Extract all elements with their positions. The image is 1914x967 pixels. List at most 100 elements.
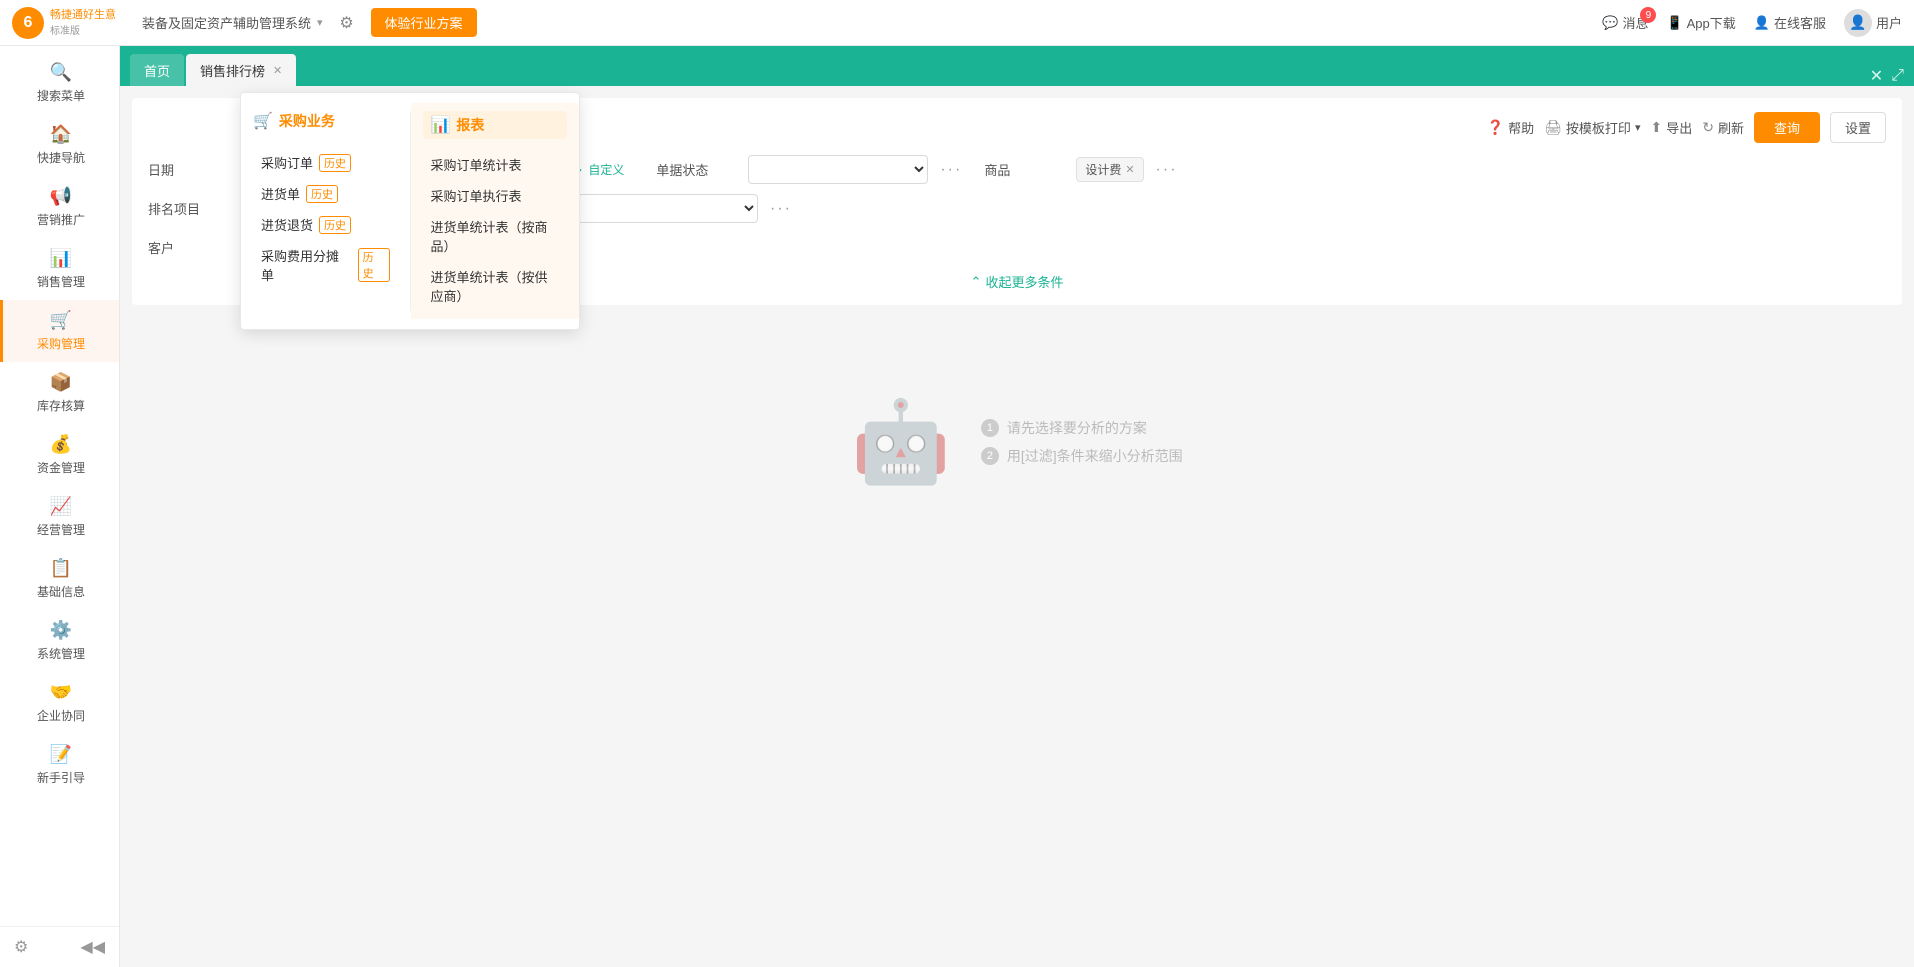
- query-button[interactable]: 查询: [1754, 112, 1820, 143]
- sidebar-item-sales[interactable]: 📊 销售管理: [0, 238, 119, 300]
- tab-expand-button[interactable]: ⤢: [1891, 67, 1904, 85]
- salesman-dots[interactable]: ···: [770, 200, 792, 218]
- sidebar-item-inventory[interactable]: 📦 库存核算: [0, 362, 119, 424]
- dropdown-item-expense[interactable]: 采购费用分摊单 历史: [253, 240, 398, 290]
- dropdown-item-inbound[interactable]: 进货单 历史: [253, 178, 398, 209]
- logo-sub: 标准版: [50, 22, 116, 37]
- search-icon: 🔍: [50, 62, 72, 83]
- dropdown-item-report-0[interactable]: 采购订单统计表: [423, 149, 568, 180]
- export-icon: ⬆: [1650, 119, 1662, 136]
- app-download-button[interactable]: 📱 App下载: [1666, 13, 1735, 32]
- voucher-status-label: 单据状态: [656, 160, 736, 179]
- print-chevron-icon: ▾: [1635, 121, 1641, 134]
- user-menu[interactable]: 👤 用户: [1844, 9, 1902, 37]
- sidebar: 🔍 搜索菜单 🏠 快捷导航 📢 营销推广 📊 销售管理 🛒 采购管理 📦 库存核…: [0, 46, 120, 967]
- empty-illustration: 🤖: [851, 395, 951, 489]
- cooperation-icon: 🤝: [50, 682, 72, 703]
- tab-home[interactable]: 首页: [130, 54, 184, 86]
- avatar: 👤: [1844, 9, 1872, 37]
- tab-sales-ranking[interactable]: 销售排行榜 ✕: [186, 54, 296, 86]
- goods-tag-close[interactable]: ✕: [1125, 163, 1134, 176]
- tab-bar-right: ✕ ⤢: [1870, 66, 1904, 86]
- sidebar-item-quicknav[interactable]: 🏠 快捷导航: [0, 114, 119, 176]
- purchase-title-icon: 🛒: [253, 111, 273, 131]
- tip-num-1: 1: [981, 419, 999, 437]
- message-badge: 9: [1640, 7, 1656, 23]
- voucher-status-dots[interactable]: ···: [940, 161, 962, 179]
- sidebar-item-system[interactable]: ⚙️ 系统管理: [0, 610, 119, 672]
- dropdown-item-report-1[interactable]: 采购订单执行表: [423, 180, 568, 211]
- sidebar-item-guide[interactable]: 📝 新手引导: [0, 734, 119, 796]
- sidebar-bottom: ⚙ ◀◀: [0, 926, 119, 967]
- collapse-up-icon: ⌃: [971, 274, 982, 290]
- home-icon: 🏠: [50, 124, 72, 145]
- quick-custom-button[interactable]: 自定义: [588, 161, 624, 178]
- settings-icon[interactable]: ⚙: [333, 9, 361, 37]
- dropdown-menu: 🛒 采购业务 采购订单 历史 进货单 历史 进货退货 历史 采购费用分摊单: [240, 92, 580, 330]
- purchase-icon: 🛒: [50, 310, 72, 331]
- message-icon: 💬: [1602, 15, 1618, 31]
- voucher-status-select[interactable]: [748, 155, 928, 184]
- guide-icon: 📝: [50, 744, 72, 765]
- top-right-actions: 💬 9 消息 📱 App下载 👤 在线客服 👤 用户: [1602, 9, 1902, 37]
- dropdown-item-purchase-order[interactable]: 采购订单 历史: [253, 147, 398, 178]
- hist-badge-0: 历史: [319, 154, 351, 172]
- sidebar-item-cooperation[interactable]: 🤝 企业协同: [0, 672, 119, 734]
- sidebar-item-operations[interactable]: 📈 经营管理: [0, 486, 119, 548]
- date-label: 日期: [148, 160, 228, 179]
- empty-tips: 1 请先选择要分析的方案 2 用[过滤]条件来缩小分析范围: [981, 414, 1183, 470]
- sidebar-collapse-button[interactable]: ◀◀: [80, 937, 105, 957]
- online-service-button[interactable]: 👤 在线客服: [1754, 13, 1826, 32]
- dropdown-item-report-2[interactable]: 进货单统计表（按商品）: [423, 211, 568, 261]
- tip-num-2: 2: [981, 447, 999, 465]
- empty-state: 🤖 1 请先选择要分析的方案 2 用[过滤]条件来缩小分析范围: [132, 315, 1902, 569]
- print-button[interactable]: 🖨 按模板打印 ▾: [1544, 118, 1640, 137]
- industry-button[interactable]: 体验行业方案: [371, 8, 477, 37]
- sidebar-settings-button[interactable]: ⚙: [14, 937, 28, 957]
- finance-icon: 💰: [50, 434, 72, 455]
- sidebar-item-purchase[interactable]: 🛒 采购管理: [0, 300, 119, 362]
- marketing-icon: 📢: [50, 186, 72, 207]
- rank-label: 排名项目: [148, 199, 228, 218]
- goods-label: 商品: [984, 160, 1064, 179]
- hist-badge-2: 历史: [319, 216, 351, 234]
- print-icon: 🖨: [1544, 119, 1562, 136]
- collapse-button[interactable]: ⌃ 收起更多条件: [971, 272, 1064, 291]
- sidebar-item-finance[interactable]: 💰 资金管理: [0, 424, 119, 486]
- dropdown-reports-title: 📊 报表: [423, 111, 568, 139]
- salesman-select[interactable]: [578, 194, 758, 223]
- dropdown-purchase-col: 🛒 采购业务 采购订单 历史 进货单 历史 进货退货 历史 采购费用分摊单: [241, 103, 410, 319]
- sales-icon: 📊: [50, 248, 72, 269]
- logo-title: 畅捷通好生意: [50, 8, 116, 22]
- sidebar-item-marketing[interactable]: 📢 营销推广: [0, 176, 119, 238]
- inventory-icon: 📦: [50, 372, 72, 393]
- phone-icon: 📱: [1666, 15, 1682, 31]
- customer-label: 客户: [148, 238, 228, 257]
- tab-bar: 首页 销售排行榜 ✕ ✕ ⤢: [120, 46, 1914, 86]
- settings-button[interactable]: 设置: [1830, 112, 1886, 143]
- service-icon: 👤: [1754, 15, 1770, 31]
- export-button[interactable]: ⬆ 导出: [1650, 118, 1692, 137]
- dropdown-purchase-title: 🛒 采购业务: [253, 111, 398, 137]
- hist-badge-1: 历史: [306, 185, 338, 203]
- sidebar-item-search[interactable]: 🔍 搜索菜单: [0, 52, 119, 114]
- system-title: 装备及固定资产辅助管理系统 ▾: [142, 13, 323, 32]
- refresh-button[interactable]: ↻ 刷新: [1702, 118, 1744, 137]
- content-area: 首页 销售排行榜 ✕ ✕ ⤢ ❓ 帮助: [120, 46, 1914, 967]
- operations-icon: 📈: [50, 496, 72, 517]
- dropdown-reports-col: 📊 报表 采购订单统计表 采购订单执行表 进货单统计表（按商品） 进货单统计表（…: [411, 103, 580, 319]
- chevron-down-icon: ▾: [317, 16, 323, 29]
- help-icon: ❓: [1487, 119, 1504, 136]
- tab-close-icon[interactable]: ✕: [273, 64, 282, 77]
- goods-dots[interactable]: ···: [1156, 161, 1178, 179]
- tab-close-all-button[interactable]: ✕: [1870, 66, 1883, 86]
- logo-area: 6 畅捷通好生意 标准版: [12, 7, 132, 39]
- main-layout: 🔍 搜索菜单 🏠 快捷导航 📢 营销推广 📊 销售管理 🛒 采购管理 📦 库存核…: [0, 46, 1914, 967]
- help-button[interactable]: ❓ 帮助: [1487, 118, 1534, 137]
- sidebar-item-basic-info[interactable]: 📋 基础信息: [0, 548, 119, 610]
- goods-tag: 设计费 ✕: [1076, 157, 1143, 182]
- dropdown-item-return[interactable]: 进货退货 历史: [253, 209, 398, 240]
- reports-title-icon: 📊: [431, 115, 451, 135]
- message-button[interactable]: 💬 9 消息: [1602, 13, 1648, 32]
- dropdown-item-report-3[interactable]: 进货单统计表（按供应商）: [423, 261, 568, 311]
